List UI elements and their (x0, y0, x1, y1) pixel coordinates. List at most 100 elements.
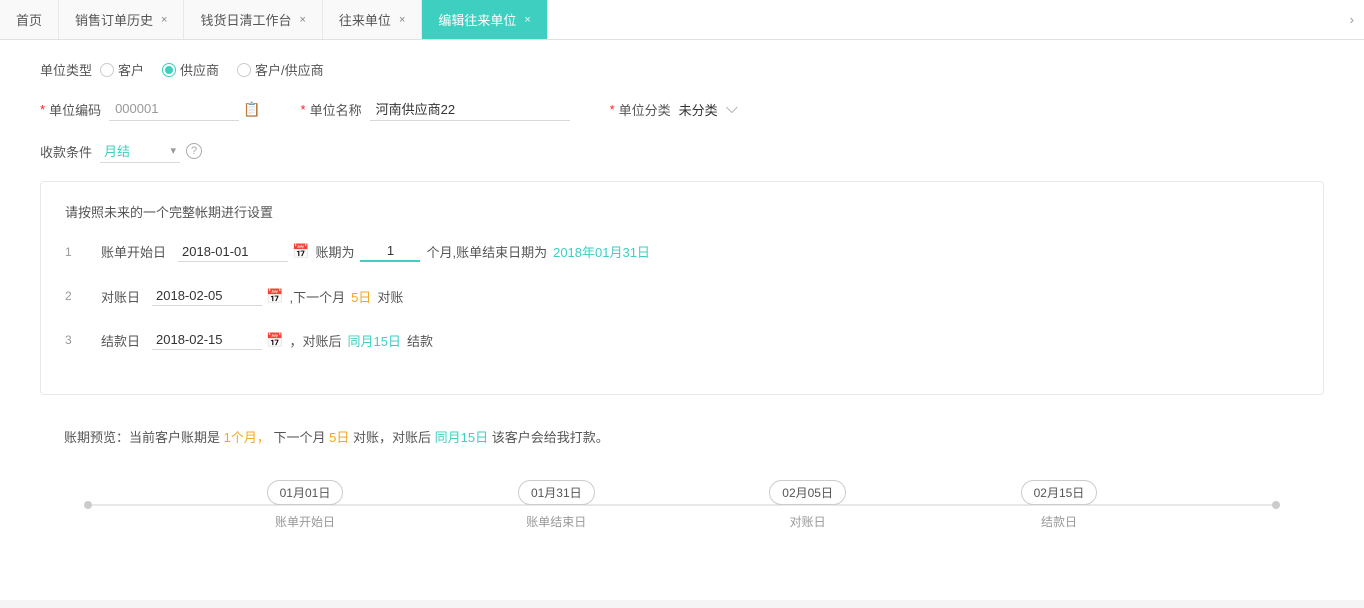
payment-terms-dropdown[interactable]: 月结 ▾ (100, 139, 180, 163)
period-end-date: 2018年01月31日 (553, 242, 650, 261)
radio-customer-circle (100, 63, 114, 77)
unit-code-label: 单位编码 (49, 100, 101, 119)
radio-supplier[interactable]: 供应商 (162, 60, 219, 79)
radio-supplier-circle (162, 63, 176, 77)
unit-code-block: * 单位编码 📋 (40, 97, 261, 121)
timeline-node-2: 01月31日 账单结束日 (518, 480, 595, 530)
chevron-down-icon: ▾ (170, 144, 176, 157)
preview-section: 账期预览：当前客户账期是 1个月， 下一个月 5日 对账，对账后 同月15日 该… (40, 413, 1324, 460)
preview-reconcile-orange: 5日 (329, 430, 349, 445)
payment-terms-row: 收款条件 月结 ▾ ? (40, 139, 1324, 163)
timeline-node-3: 02月05日 对账日 (769, 480, 846, 530)
unit-type-label: 单位类型 (40, 60, 92, 79)
payment-terms-label: 收款条件 (40, 142, 92, 161)
row-field-label-1: 账单开始日 (101, 242, 166, 261)
billing-row-2: 2 对账日 📅 ,下一个月 5日 对账 (65, 286, 1299, 306)
period-prefix: 账期为 (315, 242, 354, 261)
tab-home-label: 首页 (16, 10, 42, 29)
calendar-icon-3[interactable]: 📅 (266, 332, 283, 349)
radio-customer-supplier-circle (237, 63, 251, 77)
reconcile-highlight: 5日 (351, 287, 371, 306)
required-star-code: * (40, 102, 45, 117)
row-num-2: 2 (65, 289, 85, 303)
unit-name-block: * 单位名称 (301, 97, 570, 121)
tab-edit-contact[interactable]: 编辑往来单位 × (422, 0, 547, 39)
tab-sales-history[interactable]: 销售订单历史 × (59, 0, 184, 39)
billing-row-1: 1 账单开始日 📅 账期为 个月,账单结束日期为 2018年01月31日 (65, 241, 1299, 262)
preview-reconcile-suffix: 对账，对账后 (353, 430, 431, 445)
unit-classify-dropdown[interactable]: 未分类 ⌵ (679, 100, 779, 119)
preview-payment-teal: 同月15日 (435, 430, 488, 445)
row-field-label-2: 对账日 (101, 287, 140, 306)
required-star-classify: * (610, 102, 615, 117)
billing-row-3: 3 结款日 📅 ，对账后 同月15日 结款 (65, 330, 1299, 350)
timeline-node-4: 02月15日 结款日 (1021, 480, 1098, 530)
unit-code-input[interactable] (109, 97, 239, 121)
reconcile-date-input[interactable] (152, 286, 262, 306)
reconcile-prefix: ,下一个月 (289, 287, 345, 306)
preview-period-orange: 1个月， (224, 430, 270, 445)
copy-icon[interactable]: 📋 (243, 101, 260, 118)
preview-payment-suffix: 该客户会给我打款。 (492, 430, 609, 445)
preview-label: 账期预览：当前客户账期是 (64, 430, 220, 445)
radio-customer[interactable]: 客户 (100, 60, 144, 79)
timeline-items: 01月01日 账单开始日 01月31日 账单结束日 02月05日 对账日 02月… (84, 480, 1280, 530)
unit-classify-block: * 单位分类 未分类 ⌵ (610, 100, 779, 119)
chevron-down-icon: ⌵ (726, 100, 738, 118)
row-field-label-3: 结款日 (101, 331, 140, 350)
unit-name-input[interactable] (370, 97, 570, 121)
section-title: 请按照未来的一个完整帐期进行设置 (65, 202, 1299, 221)
timeline-label-4: 结款日 (1041, 513, 1077, 530)
radio-customer-label: 客户 (118, 60, 144, 79)
timeline-badge-2: 01月31日 (518, 480, 595, 505)
payment-suffix: 结款 (407, 331, 433, 350)
required-star-name: * (301, 102, 306, 117)
tab-cash-workbench[interactable]: 钱货日清工作台 × (184, 0, 322, 39)
close-icon[interactable]: × (161, 14, 167, 26)
unit-type-row: 单位类型 客户 供应商 客户/供应商 (40, 60, 1324, 79)
tab-home[interactable]: 首页 (0, 0, 59, 39)
row-num-1: 1 (65, 245, 85, 259)
billing-period-input[interactable] (360, 241, 420, 262)
calendar-icon-2[interactable]: 📅 (266, 288, 283, 305)
tab-contacts[interactable]: 往来单位 × (323, 0, 422, 39)
unit-details-row: * 单位编码 📋 * 单位名称 * 单位分类 未分类 ⌵ (40, 97, 1324, 121)
timeline-badge-1: 01月01日 (267, 480, 344, 505)
help-icon[interactable]: ? (186, 143, 202, 159)
unit-classify-value: 未分类 (679, 100, 718, 119)
timeline-label-1: 账单开始日 (275, 513, 335, 530)
timeline-label-3: 对账日 (790, 513, 826, 530)
period-unit: 个月,账单结束日期为 (426, 242, 547, 261)
payment-highlight: 同月15日 (347, 331, 400, 350)
calendar-icon-1[interactable]: 📅 (292, 243, 309, 260)
billing-section: 请按照未来的一个完整帐期进行设置 1 账单开始日 📅 账期为 个月,账单结束日期… (40, 181, 1324, 395)
payment-date-input[interactable] (152, 330, 262, 350)
radio-customer-supplier-label: 客户/供应商 (255, 60, 324, 79)
unit-name-label: 单位名称 (310, 100, 362, 119)
timeline-dot-end (1272, 501, 1280, 509)
tab-cash-workbench-label: 钱货日清工作台 (200, 10, 291, 29)
reconcile-suffix: 对账 (377, 287, 403, 306)
timeline-label-2: 账单结束日 (526, 513, 586, 530)
tab-sales-history-label: 销售订单历史 (75, 10, 153, 29)
timeline-badge-4: 02月15日 (1021, 480, 1098, 505)
payment-terms-value: 月结 (104, 141, 164, 160)
close-icon[interactable]: × (399, 14, 405, 26)
unit-classify-label: 单位分类 (619, 100, 671, 119)
timeline-badge-3: 02月05日 (769, 480, 846, 505)
timeline-section: 01月01日 账单开始日 01月31日 账单结束日 02月05日 对账日 02月… (40, 460, 1324, 540)
close-icon[interactable]: × (524, 14, 530, 26)
billing-start-date-input[interactable] (178, 242, 288, 262)
tabs-bar: 首页 销售订单历史 × 钱货日清工作台 × 往来单位 × 编辑往来单位 × › (0, 0, 1364, 40)
radio-group-unit-type: 客户 供应商 客户/供应商 (100, 60, 324, 79)
main-content: 单位类型 客户 供应商 客户/供应商 * 单位编码 📋 * 单位名称 (0, 40, 1364, 600)
tab-overflow-chevron[interactable]: › (1340, 12, 1364, 27)
radio-customer-supplier[interactable]: 客户/供应商 (237, 60, 324, 79)
tab-edit-contact-label: 编辑往来单位 (438, 10, 516, 29)
radio-supplier-label: 供应商 (180, 60, 219, 79)
timeline-line: 01月01日 账单开始日 01月31日 账单结束日 02月05日 对账日 02月… (84, 480, 1280, 530)
timeline-dot-start (84, 501, 92, 509)
row-num-3: 3 (65, 333, 85, 347)
preview-reconcile-prefix: 下一个月 (274, 430, 326, 445)
close-icon[interactable]: × (299, 14, 305, 26)
